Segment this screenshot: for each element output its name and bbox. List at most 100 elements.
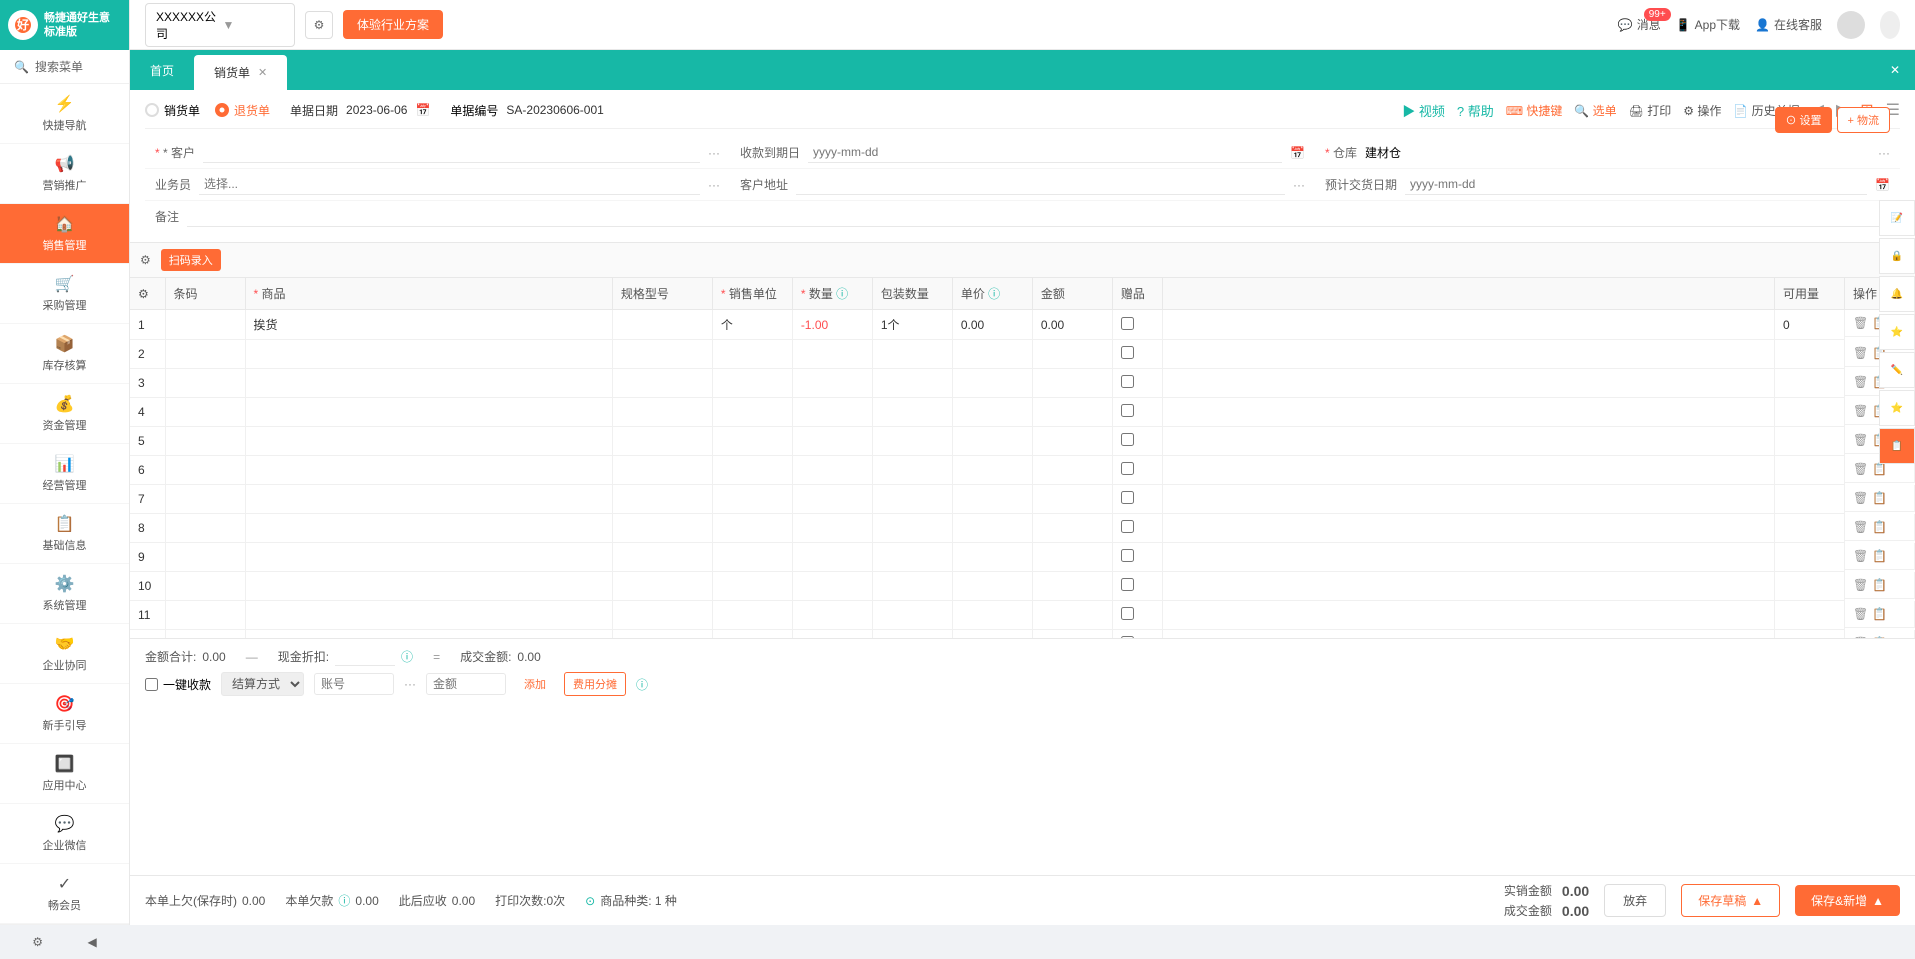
settings-gear-button[interactable]: ⚙ xyxy=(305,11,333,39)
copy-icon[interactable]: 📋 xyxy=(1872,520,1887,534)
copy-icon[interactable]: 📋 xyxy=(1872,549,1887,563)
expense-split-button[interactable]: 费用分摊 xyxy=(564,672,626,696)
gift-checkbox[interactable] xyxy=(1121,404,1134,417)
sidebar-item-guide[interactable]: 🎯 新手引导 xyxy=(0,684,129,744)
float-btn-active[interactable]: 📋 xyxy=(1879,428,1915,464)
row-qty[interactable]: -1.00 xyxy=(792,310,872,340)
app-download-button[interactable]: 📱 App下载 xyxy=(1676,16,1740,33)
delete-icon[interactable]: 🗑 xyxy=(1853,491,1868,505)
save-draft-button[interactable]: 保存草稿 ▲ xyxy=(1681,884,1780,917)
save-new-button[interactable]: 保存&新增 ▲ xyxy=(1795,885,1900,916)
gift-checkbox[interactable] xyxy=(1121,607,1134,620)
gift-checkbox[interactable] xyxy=(1121,317,1134,330)
expected-date-input[interactable] xyxy=(1405,174,1867,195)
delete-icon[interactable]: 🗑 xyxy=(1853,607,1868,621)
sidebar-item-appstore[interactable]: 🔲 应用中心 xyxy=(0,744,129,804)
row-product[interactable]: 挨货 xyxy=(245,310,612,340)
sidebar-item-inventory[interactable]: 📦 库存核算 xyxy=(0,324,129,384)
filter-action[interactable]: 🔍 选单 xyxy=(1574,102,1616,119)
sidebar-item-sales[interactable]: 🏠 销售管理 xyxy=(0,204,129,264)
user-menu[interactable] xyxy=(1880,11,1900,39)
sidebar-item-collab[interactable]: 🤝 企业协同 xyxy=(0,624,129,684)
salesperson-more-icon[interactable]: ··· xyxy=(708,178,720,192)
delete-icon[interactable]: 🗑 xyxy=(1853,316,1868,330)
add-payment-button[interactable]: 添加 xyxy=(516,673,554,695)
copy-icon[interactable]: 📋 xyxy=(1872,607,1887,621)
row-gift[interactable] xyxy=(1112,310,1162,340)
shortcut-action[interactable]: ⌨ 快捷键 xyxy=(1506,102,1563,119)
user-avatar[interactable] xyxy=(1837,11,1865,39)
sales-order-radio[interactable]: 销货单 xyxy=(145,102,200,119)
experience-button[interactable]: 体验行业方案 xyxy=(343,10,443,39)
one-click-payment[interactable]: 一键收款 xyxy=(145,676,211,693)
print-action[interactable]: 🖨 打印 xyxy=(1629,102,1672,119)
tab-sales-order[interactable]: 销货单 ✕ xyxy=(194,55,287,90)
logistics-button[interactable]: + 物流 xyxy=(1837,107,1890,133)
gift-checkbox[interactable] xyxy=(1121,346,1134,359)
gift-checkbox[interactable] xyxy=(1121,520,1134,533)
video-action[interactable]: ▶ 视频 xyxy=(1402,101,1445,120)
table-settings-icon[interactable]: ⚙ xyxy=(140,253,151,267)
float-btn-3[interactable]: 🔔 xyxy=(1879,276,1915,312)
payment-calendar-icon[interactable]: 📅 xyxy=(1290,146,1305,160)
settings-button[interactable]: ⊙ 设置 xyxy=(1775,107,1831,133)
expected-calendar-icon[interactable]: 📅 xyxy=(1875,178,1890,192)
scan-button[interactable]: 扫码录入 xyxy=(161,249,221,271)
sidebar-item-operation[interactable]: 📊 经营管理 xyxy=(0,444,129,504)
sidebar-item-wechat[interactable]: 💬 企业微信 xyxy=(0,804,129,864)
gift-checkbox[interactable] xyxy=(1121,549,1134,562)
customer-address-input[interactable] xyxy=(796,174,1285,195)
gift-checkbox[interactable] xyxy=(1121,491,1134,504)
customer-more-icon[interactable]: ··· xyxy=(708,146,720,160)
tab-home[interactable]: 首页 xyxy=(130,50,194,90)
message-button[interactable]: 💬 消息 99+ xyxy=(1618,16,1661,33)
gift-checkbox[interactable] xyxy=(1121,578,1134,591)
amount-input[interactable] xyxy=(426,673,506,695)
note-input[interactable] xyxy=(187,206,1890,227)
float-btn-5[interactable]: ✏️ xyxy=(1879,352,1915,388)
copy-icon[interactable]: 📋 xyxy=(1872,578,1887,592)
delete-icon[interactable]: 🗑 xyxy=(1853,462,1868,476)
discount-input[interactable] xyxy=(335,647,395,666)
payment-account-input[interactable] xyxy=(314,673,394,695)
copy-icon[interactable]: 📋 xyxy=(1872,491,1887,505)
table-scroll[interactable]: ⚙ 条码 * 商品 规格型号 * 销售单位 * 数量 ⓘ 包装数量 单价 ⓘ 金… xyxy=(130,278,1915,638)
settings-icon[interactable]: ⚙ xyxy=(32,935,43,949)
search-menu[interactable]: 🔍 搜索菜单 xyxy=(0,50,129,84)
delete-icon[interactable]: 🗑 xyxy=(1853,549,1868,563)
sidebar-item-quick-nav[interactable]: ⚡ 快捷导航 xyxy=(0,84,129,144)
payment-date-input[interactable] xyxy=(808,142,1282,163)
sidebar-item-purchase[interactable]: 🛒 采购管理 xyxy=(0,264,129,324)
float-btn-6[interactable]: ⭐ xyxy=(1879,390,1915,426)
float-btn-1[interactable]: 📝 xyxy=(1879,200,1915,236)
company-selector[interactable]: XXXXXX公司 ▼ xyxy=(145,3,295,47)
delete-icon[interactable]: 🗑 xyxy=(1853,404,1868,418)
sidebar-item-system[interactable]: ⚙️ 系统管理 xyxy=(0,564,129,624)
gift-checkbox[interactable] xyxy=(1121,375,1134,388)
sidebar-item-marketing[interactable]: 📢 营销推广 xyxy=(0,144,129,204)
float-btn-2[interactable]: 🔒 xyxy=(1879,238,1915,274)
warehouse-more-icon[interactable]: ··· xyxy=(1878,146,1890,160)
date-calendar-icon[interactable]: 📅 xyxy=(415,103,430,117)
help-action[interactable]: ? 帮助 xyxy=(1457,101,1494,120)
sidebar-item-finance[interactable]: 💰 资金管理 xyxy=(0,384,129,444)
float-btn-4[interactable]: ⭐ xyxy=(1879,314,1915,350)
customer-input[interactable] xyxy=(203,142,700,163)
delete-icon[interactable]: 🗑 xyxy=(1853,346,1868,360)
salesperson-input[interactable] xyxy=(199,174,700,195)
delete-icon[interactable]: 🗑 xyxy=(1853,375,1868,389)
address-more-icon[interactable]: ··· xyxy=(1293,178,1305,192)
delete-icon[interactable]: 🗑 xyxy=(1853,578,1868,592)
return-order-radio[interactable]: 退货单 xyxy=(215,102,270,119)
window-close-icon[interactable]: ✕ xyxy=(1890,63,1900,77)
one-click-checkbox[interactable] xyxy=(145,678,158,691)
gift-checkbox[interactable] xyxy=(1121,462,1134,475)
sidebar-item-basic[interactable]: 📋 基础信息 xyxy=(0,504,129,564)
gift-checkbox[interactable] xyxy=(1121,433,1134,446)
tab-close-window[interactable]: ✕ xyxy=(1890,63,1915,77)
delete-icon[interactable]: 🗑 xyxy=(1853,433,1868,447)
collapse-icon[interactable]: ◀ xyxy=(88,935,97,949)
online-service-button[interactable]: 👤 在线客服 xyxy=(1755,16,1822,33)
payment-more-icon[interactable]: ··· xyxy=(404,677,416,691)
operation-action[interactable]: ⚙ 操作 xyxy=(1683,102,1721,119)
